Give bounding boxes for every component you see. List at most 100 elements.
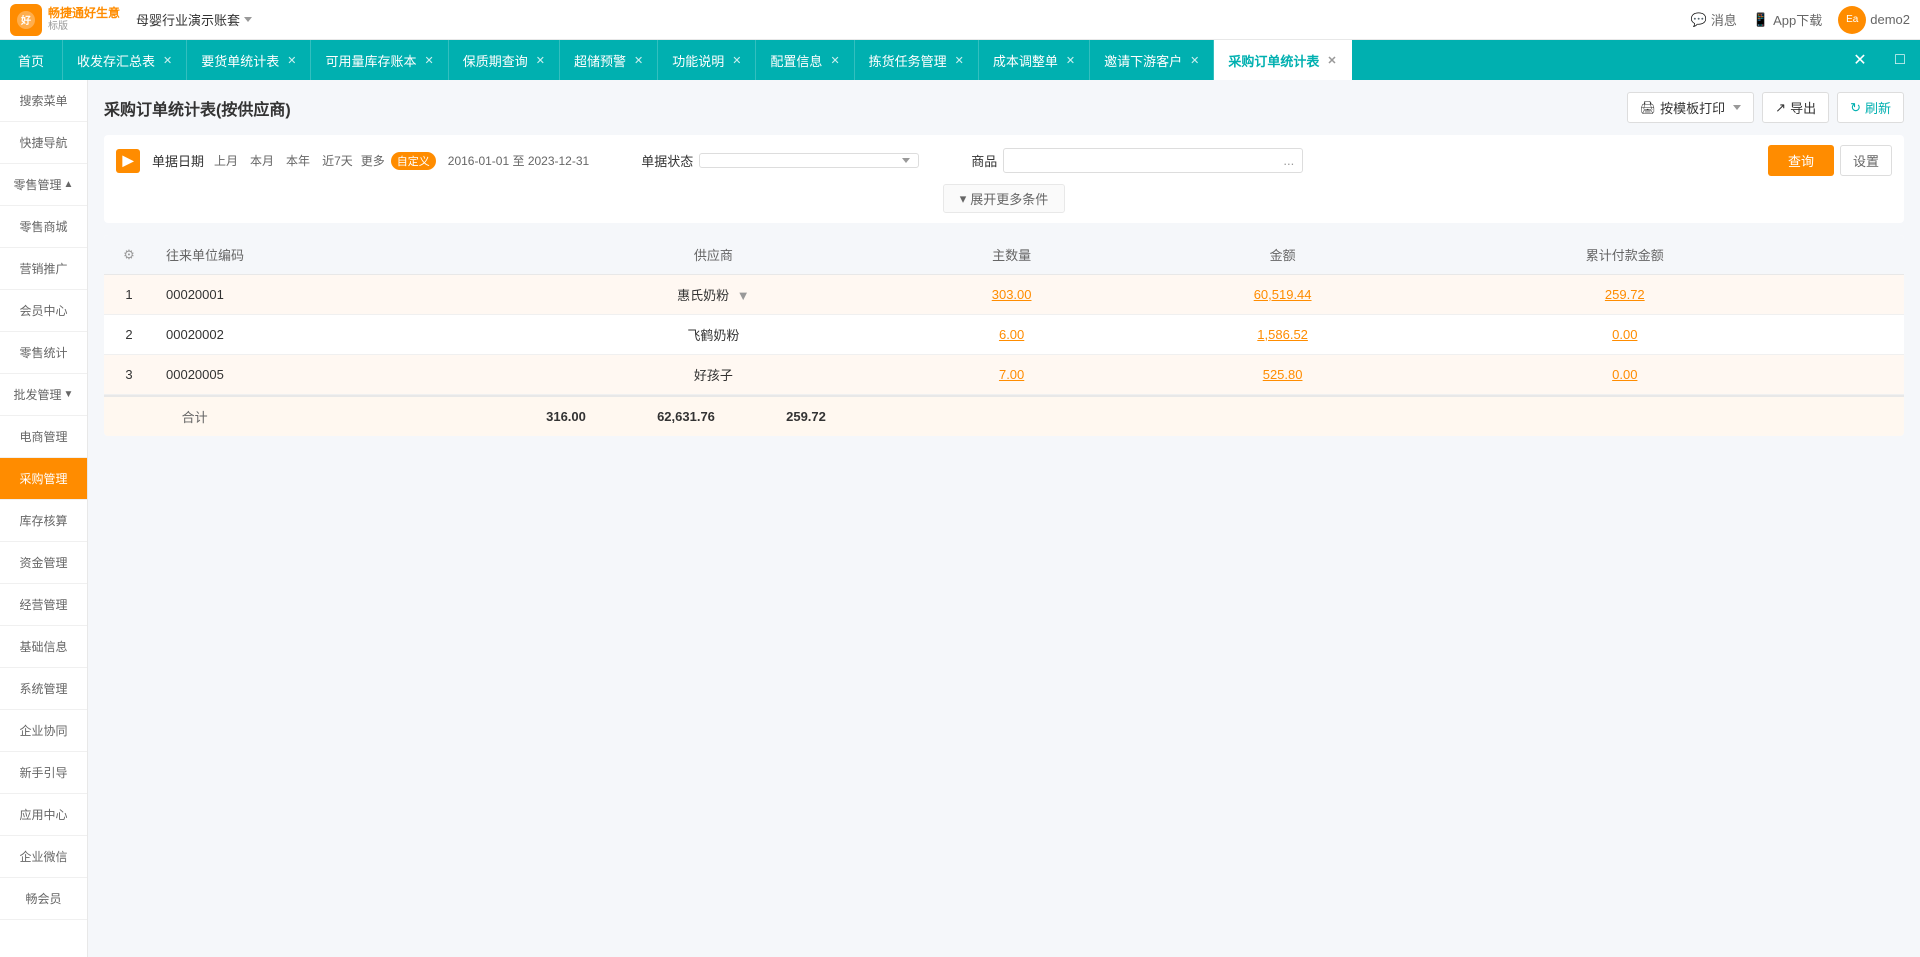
sidebar-item-wholesale[interactable]: 批发管理 ▼ <box>0 374 87 416</box>
quantity-link[interactable]: 6.00 <box>999 327 1024 342</box>
goods-input[interactable]: ... <box>1003 148 1303 173</box>
tab-gongneng[interactable]: 功能说明 ✕ <box>658 40 756 80</box>
shortcut-last-month[interactable]: 上月 <box>210 150 242 171</box>
paid-link[interactable]: 0.00 <box>1612 327 1637 342</box>
sidebar-item-search[interactable]: 搜索菜单 <box>0 80 87 122</box>
tab-caigou-active[interactable]: 采购订单统计表 ✕ <box>1214 40 1351 80</box>
sidebar-item-member-plus[interactable]: 畅会员 <box>0 878 87 920</box>
tab-home[interactable]: 首页 <box>0 40 63 80</box>
close-icon[interactable]: ✕ <box>1066 54 1075 67</box>
cell-extra <box>1815 275 1904 315</box>
tab-yaohuo[interactable]: 要货单统计表 ✕ <box>187 40 311 80</box>
th-quantity: 主数量 <box>893 235 1130 275</box>
setting-button[interactable]: 设置 <box>1840 145 1892 176</box>
amount-link[interactable]: 1,586.52 <box>1257 327 1308 342</box>
cell-quantity: 6.00 <box>893 315 1130 355</box>
query-button[interactable]: 查询 <box>1768 145 1834 176</box>
industry-select[interactable]: 母婴行业演示账套 <box>128 6 260 33</box>
quantity-link[interactable]: 7.00 <box>999 367 1024 382</box>
filter-expand-button[interactable]: ▶ <box>116 149 140 173</box>
close-icon[interactable]: ✕ <box>425 54 434 67</box>
close-icon[interactable]: ✕ <box>163 54 172 67</box>
shortcut-more[interactable]: 更多 <box>361 152 385 169</box>
refresh-icon: ↻ <box>1850 100 1861 116</box>
app-download-button[interactable]: 📱 App下载 <box>1753 10 1822 29</box>
refresh-button[interactable]: ↻ 刷新 <box>1837 92 1904 123</box>
close-icon[interactable]: ✕ <box>1190 54 1199 67</box>
sidebar-item-retail-mgmt[interactable]: 零售管理 ▲ <box>0 164 87 206</box>
user-avatar[interactable]: Ea demo2 <box>1838 6 1910 34</box>
shortcut-7days[interactable]: 近7天 <box>318 150 357 171</box>
paid-link[interactable]: 259.72 <box>1605 287 1645 302</box>
cell-amount: 60,519.44 <box>1130 275 1435 315</box>
template-print-button[interactable]: 🖨 按模板打印 <box>1627 92 1755 123</box>
table-body: 1 00020001 惠氏奶粉 ▼ 303.00 60,519.44 <box>104 275 1904 395</box>
close-icon[interactable]: ✕ <box>634 54 643 67</box>
shortcut-this-month[interactable]: 本月 <box>246 150 278 171</box>
page-actions: 🖨 按模板打印 ↗ 导出 ↻ 刷新 <box>1627 92 1904 123</box>
close-icon[interactable]: ✕ <box>287 54 296 67</box>
amount-link[interactable]: 60,519.44 <box>1254 287 1312 302</box>
sidebar-item-purchase[interactable]: 采购管理 <box>0 458 87 500</box>
close-tab-button[interactable]: ✕ <box>1840 40 1880 80</box>
tab-shoufacun[interactable]: 收发存汇总表 ✕ <box>63 40 187 80</box>
query-actions: 查询 设置 <box>1768 145 1892 176</box>
expand-icon: ▲ <box>64 179 74 190</box>
nav-tabs: 首页 收发存汇总表 ✕ 要货单统计表 ✕ 可用量库存账本 ✕ 保质期查询 ✕ 超… <box>0 40 1920 80</box>
sidebar-item-app-center[interactable]: 应用中心 <box>0 794 87 836</box>
more-icon[interactable]: ... <box>1283 153 1294 168</box>
download-icon: 📱 <box>1753 12 1769 28</box>
quantity-link[interactable]: 303.00 <box>992 287 1032 302</box>
close-icon[interactable]: ✕ <box>955 54 964 67</box>
cell-paid: 0.00 <box>1435 355 1815 395</box>
sidebar-item-enterprise-wechat[interactable]: 企业微信 <box>0 836 87 878</box>
sidebar-item-basics[interactable]: 基础信息 <box>0 626 87 668</box>
expand-row-icon[interactable]: ▼ <box>737 288 750 303</box>
sidebar-item-finance[interactable]: 资金管理 <box>0 542 87 584</box>
amount-link[interactable]: 525.80 <box>1263 367 1303 382</box>
sidebar-item-retail-stats[interactable]: 零售统计 <box>0 332 87 374</box>
maximize-button[interactable]: □ <box>1880 40 1920 80</box>
sidebar-item-ecommerce[interactable]: 电商管理 <box>0 416 87 458</box>
tab-peizhi[interactable]: 配置信息 ✕ <box>756 40 854 80</box>
table-footer: 合计 316.00 62,631.76 259.72 <box>104 395 1904 436</box>
settings-icon[interactable]: ⚙ <box>123 247 135 262</box>
tab-jianhuo[interactable]: 拣货任务管理 ✕ <box>855 40 979 80</box>
sidebar-item-marketing[interactable]: 营销推广 <box>0 248 87 290</box>
sidebar-item-retail-shop[interactable]: 零售商城 <box>0 206 87 248</box>
tab-baozhi[interactable]: 保质期查询 ✕ <box>449 40 560 80</box>
tab-kuyongliang[interactable]: 可用量库存账本 ✕ <box>311 40 448 80</box>
message-button[interactable]: 💬 消息 <box>1691 10 1737 29</box>
custom-date-badge[interactable]: 自定义 <box>391 152 436 170</box>
logo-icon: 好 <box>10 4 42 36</box>
sidebar-item-member[interactable]: 会员中心 <box>0 290 87 332</box>
sidebar-item-shortcuts[interactable]: 快捷导航 <box>0 122 87 164</box>
sidebar-item-newbie[interactable]: 新手引导 <box>0 752 87 794</box>
logo-area: 好 畅捷通好生意 标版 <box>10 4 120 36</box>
sidebar-item-operation[interactable]: 经营管理 <box>0 584 87 626</box>
paid-link[interactable]: 0.00 <box>1612 367 1637 382</box>
nav-tabs-end: ✕ □ <box>1840 40 1920 80</box>
tab-yaoqing[interactable]: 邀请下游客户 ✕ <box>1090 40 1214 80</box>
filter-status-group: 单据状态 <box>641 151 919 170</box>
sidebar-item-collab[interactable]: 企业协同 <box>0 710 87 752</box>
shortcut-this-year[interactable]: 本年 <box>282 150 314 171</box>
sidebar-item-system[interactable]: 系统管理 <box>0 668 87 710</box>
sidebar-item-inventory[interactable]: 库存核算 <box>0 500 87 542</box>
top-bar-right: 💬 消息 📱 App下载 Ea demo2 <box>1691 6 1910 34</box>
close-icon[interactable]: ✕ <box>536 54 545 67</box>
tab-chengben[interactable]: 成本调整单 ✕ <box>979 40 1090 80</box>
filter-date-group: 单据日期 上月 本月 本年 近7天 更多 自定义 <box>152 150 436 171</box>
cell-extra <box>1815 315 1904 355</box>
tab-chaochuyujing[interactable]: 超储预警 ✕ <box>560 40 658 80</box>
logo-text: 畅捷通好生意 标版 <box>48 6 120 32</box>
th-paid: 累计付款金额 <box>1435 235 1815 275</box>
cell-extra <box>1815 355 1904 395</box>
export-button[interactable]: ↗ 导出 <box>1762 92 1829 123</box>
close-icon[interactable]: ✕ <box>830 54 839 67</box>
close-icon[interactable]: ✕ <box>732 54 741 67</box>
status-select[interactable] <box>699 153 919 168</box>
th-supplier: 供应商 <box>534 235 893 275</box>
close-icon[interactable]: ✕ <box>1327 54 1336 67</box>
expand-more-button[interactable]: ▾ 展开更多条件 <box>943 184 1066 213</box>
